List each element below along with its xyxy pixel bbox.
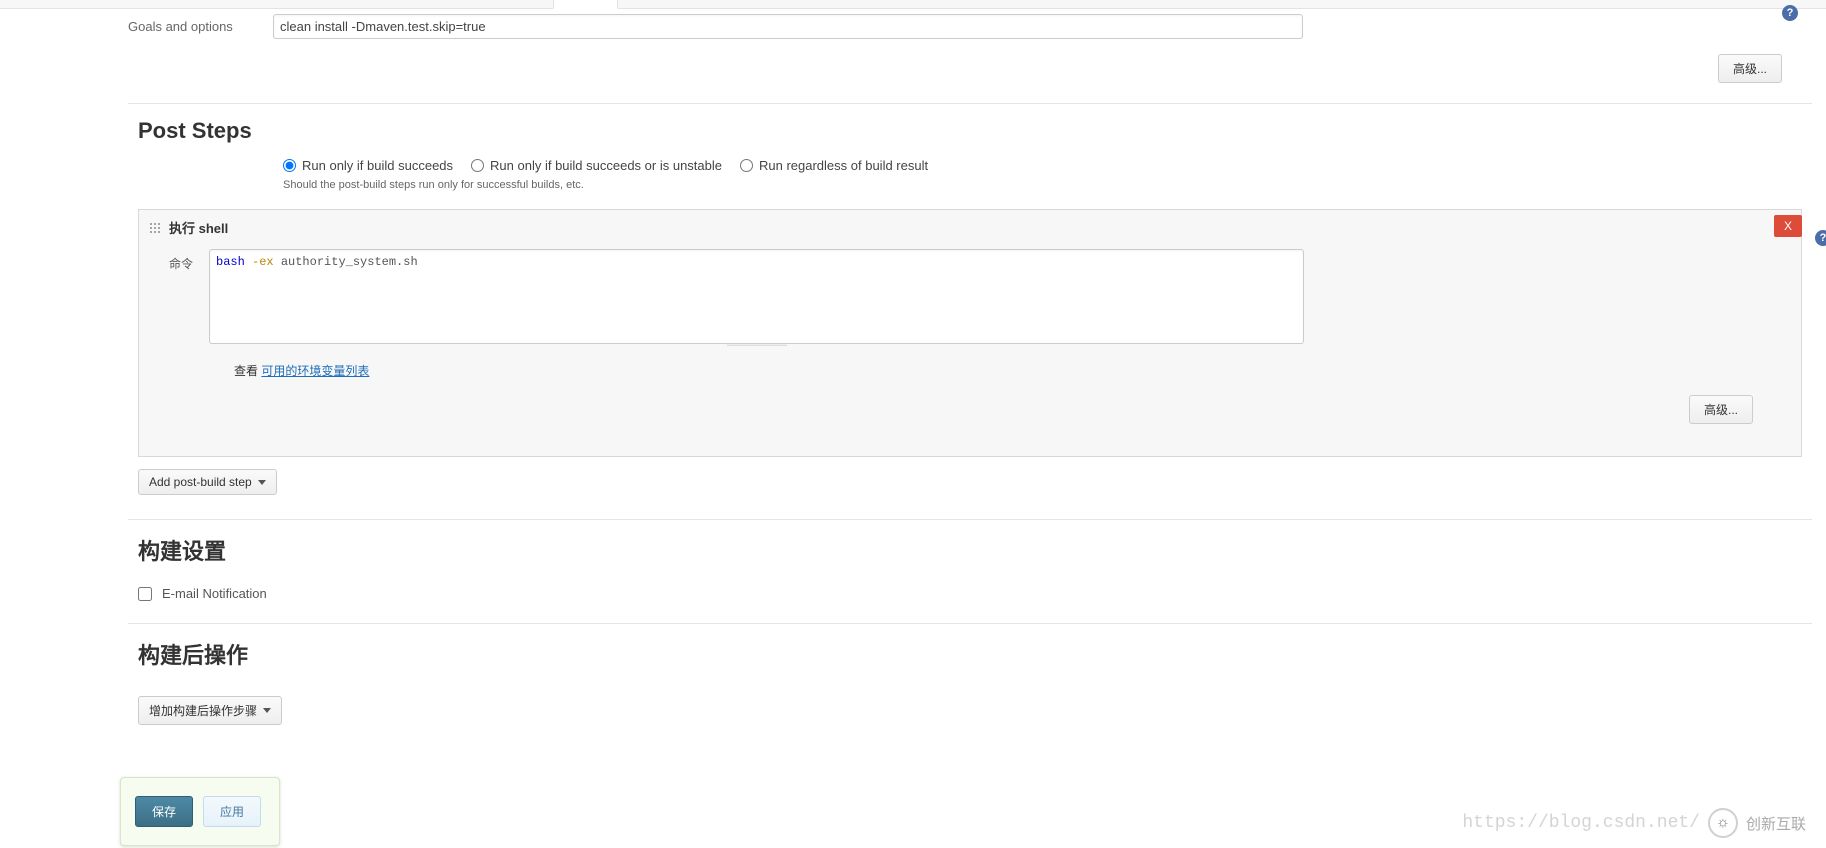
shell-step-block: 执行 shell X ? 命令 bash -ex authority_syste… — [138, 209, 1802, 457]
goals-input[interactable] — [273, 14, 1303, 39]
tab-build[interactable]: Build — [553, 0, 618, 9]
post-steps-heading: Post Steps — [138, 118, 1812, 144]
add-post-build-step-label: Add post-build step — [149, 475, 252, 489]
radio-unstable[interactable] — [471, 159, 484, 172]
goals-label: Goals and options — [128, 14, 273, 34]
see-prefix: 查看 — [234, 364, 261, 378]
advanced-button[interactable]: 高级... — [1718, 54, 1782, 83]
save-bar: 保存 应用 — [120, 777, 280, 846]
tab-environment[interactable]: 构建环境 — [380, 0, 464, 8]
tab-pre-steps[interactable]: Pre Steps — [464, 0, 553, 8]
save-button[interactable]: 保存 — [135, 796, 193, 827]
code-token-flag: -ex — [252, 255, 274, 269]
env-vars-link[interactable]: 可用的环境变量列表 — [261, 364, 369, 378]
radio-succeeds-label: Run only if build succeeds — [302, 158, 453, 173]
tab-general[interactable]: General — [120, 0, 198, 8]
delete-step-button[interactable]: X — [1774, 215, 1802, 237]
add-post-build-action-label: 增加构建后操作步骤 — [149, 702, 257, 719]
radio-regardless[interactable] — [740, 159, 753, 172]
caret-down-icon — [258, 480, 266, 485]
apply-button[interactable]: 应用 — [203, 796, 261, 827]
build-settings-heading: 构建设置 — [138, 534, 1812, 566]
post-build-actions-heading: 构建后操作 — [138, 638, 1812, 670]
tab-triggers[interactable]: 构建触发器 — [282, 0, 380, 8]
tab-post-build-actions[interactable]: 构建后操作 — [798, 0, 896, 8]
add-post-build-action-button[interactable]: 增加构建后操作步骤 — [138, 696, 282, 725]
command-label: 命令 — [169, 249, 197, 272]
step-advanced-button[interactable]: 高级... — [1689, 395, 1753, 424]
help-icon[interactable]: ? — [1782, 5, 1798, 21]
shell-command-input[interactable]: bash -ex authority_system.sh — [209, 249, 1304, 344]
tab-post-steps[interactable]: Post Steps — [618, 0, 714, 8]
drag-handle-icon[interactable] — [149, 222, 161, 234]
radio-unstable-label: Run only if build succeeds or is unstabl… — [490, 158, 722, 173]
caret-down-icon — [263, 708, 271, 713]
code-token-arg: authority_system.sh — [281, 255, 418, 269]
tab-scm[interactable]: 源码管理 — [198, 0, 282, 8]
post-steps-condition: Run only if build succeeds Run only if b… — [128, 158, 1812, 173]
shell-step-title: 执行 shell — [169, 218, 228, 237]
post-steps-hint: Should the post-build steps run only for… — [128, 173, 1812, 209]
email-notification-checkbox[interactable] — [138, 587, 152, 601]
help-icon[interactable]: ? — [1815, 230, 1826, 246]
email-notification-label: E-mail Notification — [162, 586, 267, 601]
tabs: General 源码管理 构建触发器 构建环境 Pre Steps Build … — [120, 0, 896, 8]
code-token-cmd: bash — [216, 255, 245, 269]
radio-regardless-label: Run regardless of build result — [759, 158, 928, 173]
radio-succeeds[interactable] — [283, 159, 296, 172]
tab-build-settings[interactable]: 构建设置 — [714, 0, 798, 8]
add-post-build-step-button[interactable]: Add post-build step — [138, 469, 277, 495]
